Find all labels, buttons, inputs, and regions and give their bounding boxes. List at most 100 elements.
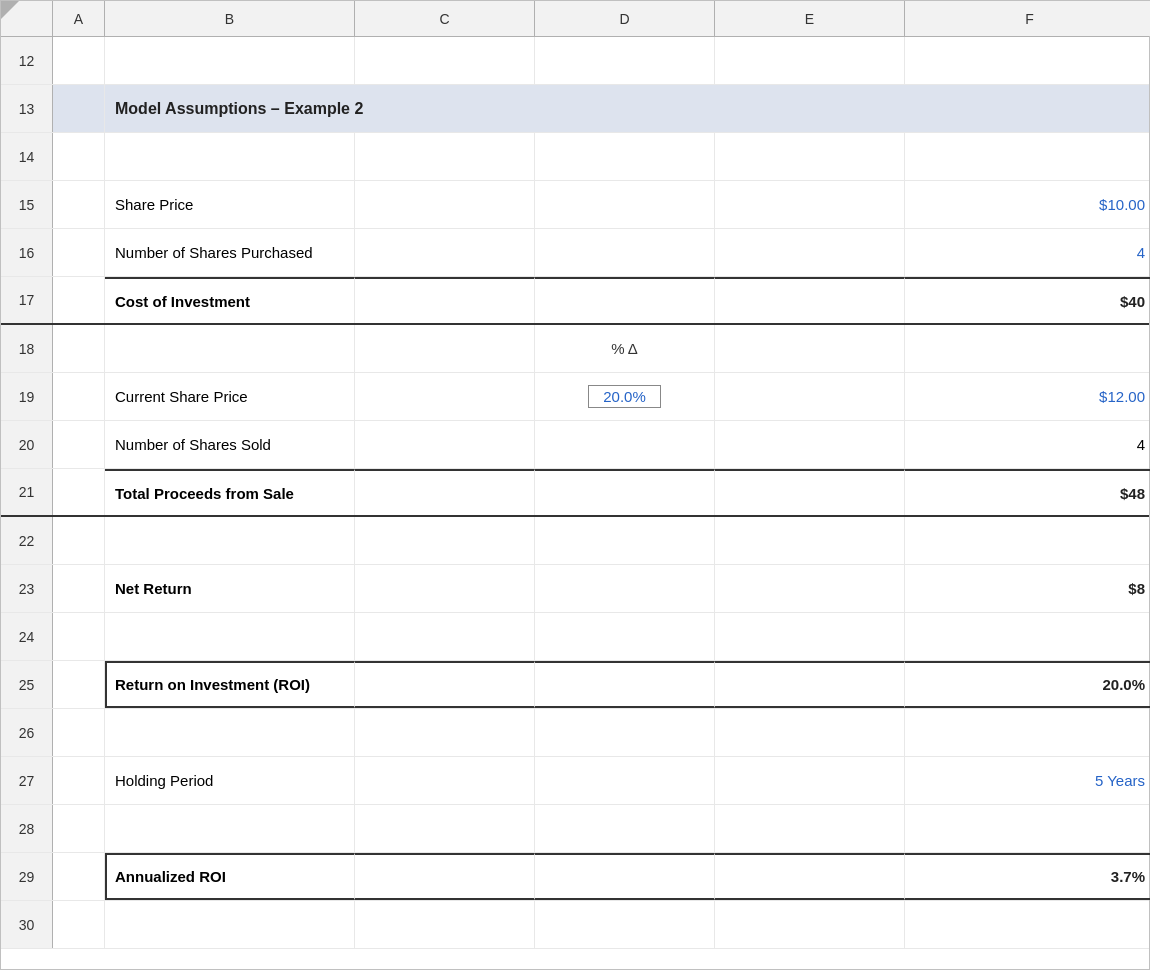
column-header-row: A B C D E F <box>1 1 1149 37</box>
table-row: 22 <box>1 517 1149 565</box>
table-row: 19 Current Share Price 20.0% $12.00 <box>1 373 1149 421</box>
cell-25-D <box>535 661 715 708</box>
row-num-17: 17 <box>1 277 53 323</box>
cell-14-E <box>715 133 905 180</box>
cell-28-C <box>355 805 535 852</box>
row-num-16: 16 <box>1 229 53 276</box>
cell-14-B <box>105 133 355 180</box>
cell-29-B: Annualized ROI <box>105 853 355 900</box>
cell-17-C <box>355 277 535 323</box>
row-num-18: 18 <box>1 325 53 372</box>
col-header-A: A <box>53 1 105 36</box>
cell-20-E <box>715 421 905 468</box>
table-row: 25 Return on Investment (ROI) 20.0% <box>1 661 1149 709</box>
row-num-14: 14 <box>1 133 53 180</box>
cell-25-C <box>355 661 535 708</box>
table-row: 27 Holding Period 5 Years <box>1 757 1149 805</box>
cell-30-F <box>905 901 1150 948</box>
data-rows: 12 13 Model Assumptions – Example 2 14 <box>1 37 1149 949</box>
table-row: 20 Number of Shares Sold 4 <box>1 421 1149 469</box>
cell-26-B <box>105 709 355 756</box>
row-num-23: 23 <box>1 565 53 612</box>
cell-24-A <box>53 613 105 660</box>
row-num-29: 29 <box>1 853 53 900</box>
cell-27-A <box>53 757 105 804</box>
cell-18-E <box>715 325 905 372</box>
table-row: 21 Total Proceeds from Sale $48 <box>1 469 1149 517</box>
col-header-D: D <box>535 1 715 36</box>
table-row: 12 <box>1 37 1149 85</box>
cell-30-B <box>105 901 355 948</box>
row-num-22: 22 <box>1 517 53 564</box>
cell-20-B: Number of Shares Sold <box>105 421 355 468</box>
cell-27-D <box>535 757 715 804</box>
cell-27-B: Holding Period <box>105 757 355 804</box>
cell-27-C <box>355 757 535 804</box>
cell-12-A <box>53 37 105 84</box>
cell-19-D[interactable]: 20.0% <box>535 373 715 420</box>
cell-28-A <box>53 805 105 852</box>
cell-18-D: % Δ <box>535 325 715 372</box>
cell-21-C <box>355 469 535 515</box>
cell-21-D <box>535 469 715 515</box>
cell-25-B: Return on Investment (ROI) <box>105 661 355 708</box>
cell-19-C <box>355 373 535 420</box>
cell-23-E <box>715 565 905 612</box>
cell-22-F <box>905 517 1150 564</box>
cell-23-D <box>535 565 715 612</box>
table-row: 29 Annualized ROI 3.7% <box>1 853 1149 901</box>
table-row: 26 <box>1 709 1149 757</box>
row-num-27: 27 <box>1 757 53 804</box>
cell-24-E <box>715 613 905 660</box>
cell-23-F: $8 <box>905 565 1150 612</box>
cell-24-F <box>905 613 1150 660</box>
cell-24-C <box>355 613 535 660</box>
spreadsheet: A B C D E F 12 13 Model Assumptions – Ex… <box>0 0 1150 970</box>
cell-21-F: $48 <box>905 469 1150 515</box>
row-num-25: 25 <box>1 661 53 708</box>
cell-26-D <box>535 709 715 756</box>
cell-30-E <box>715 901 905 948</box>
table-row: 28 <box>1 805 1149 853</box>
cell-20-D <box>535 421 715 468</box>
cell-23-A <box>53 565 105 612</box>
cell-22-B <box>105 517 355 564</box>
cell-16-E <box>715 229 905 276</box>
cell-16-F: 4 <box>905 229 1150 276</box>
cell-22-C <box>355 517 535 564</box>
cell-19-B: Current Share Price <box>105 373 355 420</box>
cell-25-E <box>715 661 905 708</box>
cell-12-D <box>535 37 715 84</box>
cell-14-C <box>355 133 535 180</box>
cell-28-B <box>105 805 355 852</box>
col-header-C: C <box>355 1 535 36</box>
cell-28-F <box>905 805 1150 852</box>
cell-22-D <box>535 517 715 564</box>
cell-18-F <box>905 325 1150 372</box>
cell-17-F: $40 <box>905 277 1150 323</box>
percentage-change-input[interactable]: 20.0% <box>588 385 661 408</box>
row-num-28: 28 <box>1 805 53 852</box>
cell-21-A <box>53 469 105 515</box>
row-num-26: 26 <box>1 709 53 756</box>
cell-22-A <box>53 517 105 564</box>
table-row: 16 Number of Shares Purchased 4 <box>1 229 1149 277</box>
col-header-F: F <box>905 1 1150 36</box>
cell-16-A <box>53 229 105 276</box>
col-header-E: E <box>715 1 905 36</box>
cell-18-B <box>105 325 355 372</box>
cell-29-A <box>53 853 105 900</box>
cell-30-A <box>53 901 105 948</box>
cell-27-F: 5 Years <box>905 757 1150 804</box>
cell-27-E <box>715 757 905 804</box>
cell-15-E <box>715 181 905 228</box>
cell-25-F: 20.0% <box>905 661 1150 708</box>
cell-29-E <box>715 853 905 900</box>
table-row: 13 Model Assumptions – Example 2 <box>1 85 1149 133</box>
cell-24-D <box>535 613 715 660</box>
cell-12-F <box>905 37 1150 84</box>
table-row: 15 Share Price $10.00 <box>1 181 1149 229</box>
cell-16-C <box>355 229 535 276</box>
cell-15-F: $10.00 <box>905 181 1150 228</box>
table-row: 17 Cost of Investment $40 <box>1 277 1149 325</box>
